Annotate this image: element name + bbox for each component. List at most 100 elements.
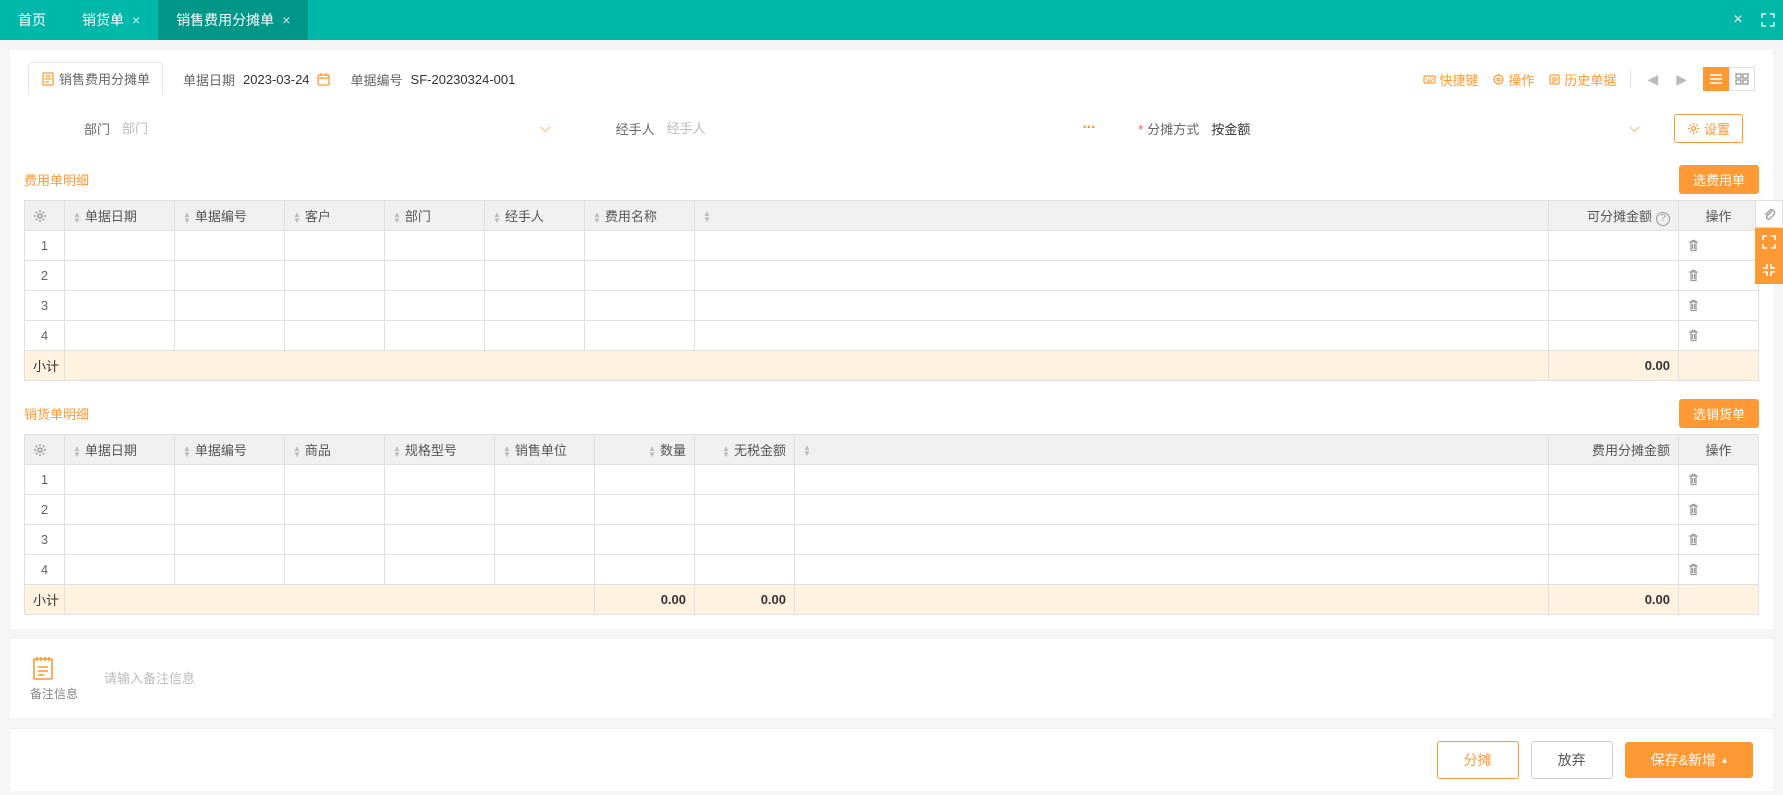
form-row: 部门 ⌵ 经手人 ··· 分摊方式 ⌵ 设置	[10, 106, 1773, 161]
table-row[interactable]: 1	[25, 231, 1759, 261]
view-grid-button[interactable]	[1729, 67, 1755, 91]
col-blank[interactable]: ▲▼	[795, 435, 1549, 465]
calendar-icon[interactable]	[316, 72, 331, 87]
help-icon[interactable]: ?	[1656, 212, 1670, 226]
expand-icon[interactable]	[1755, 228, 1783, 256]
table-row[interactable]: 3	[25, 525, 1759, 555]
col-unit[interactable]: ▲▼销售单位	[495, 435, 595, 465]
gear-header[interactable]	[25, 201, 65, 231]
delete-icon[interactable]	[1687, 299, 1750, 312]
subtotal-qty: 0.00	[595, 585, 695, 615]
footer-bar: 分摊 放弃 保存&新增▴	[10, 728, 1773, 791]
allocate-button[interactable]: 分摊	[1437, 741, 1519, 779]
settings-button[interactable]: 设置	[1674, 114, 1743, 143]
method-select[interactable]	[1207, 117, 1644, 141]
col-alloc-amount[interactable]: 可分摊金额?	[1549, 201, 1679, 231]
handler-input[interactable]	[663, 117, 1100, 141]
document-icon	[41, 72, 55, 86]
col-handler[interactable]: ▲▼经手人	[485, 201, 585, 231]
select-sales-button[interactable]: 选销货单	[1679, 399, 1759, 428]
delete-icon[interactable]	[1687, 563, 1750, 576]
col-blank[interactable]: ▲▼	[695, 201, 1549, 231]
table-row[interactable]: 3	[25, 291, 1759, 321]
tab-sales-order[interactable]: 销货单×	[64, 0, 158, 40]
view-list-button[interactable]	[1703, 67, 1729, 91]
sales-detail-section: 销货单明细 选销货单 ▲▼单据日期 ▲▼单据编号 ▲▼商品 ▲▼规格型号 ▲▼销…	[10, 395, 1773, 629]
gear-header[interactable]	[25, 435, 65, 465]
col-product[interactable]: ▲▼商品	[285, 435, 385, 465]
header-toolbar: 快捷键 操作 历史单据 ◀ ▶	[1423, 67, 1755, 91]
date-label: 单据日期	[183, 70, 235, 89]
remarks-section: 备注信息	[10, 639, 1773, 718]
remarks-input[interactable]	[98, 665, 1753, 692]
fee-section-title: 费用单明细	[24, 170, 89, 189]
delete-icon[interactable]	[1687, 329, 1750, 342]
col-dept[interactable]: ▲▼部门	[385, 201, 485, 231]
subtotal-fee: 0.00	[1549, 585, 1679, 615]
col-date[interactable]: ▲▼单据日期	[65, 435, 175, 465]
date-value[interactable]: 2023-03-24	[243, 72, 310, 87]
history-button[interactable]: 历史单据	[1548, 70, 1616, 89]
col-date[interactable]: ▲▼单据日期	[65, 201, 175, 231]
method-field: 分摊方式 ⌵	[1129, 117, 1644, 141]
operation-button[interactable]: 操作	[1492, 70, 1534, 89]
col-spec[interactable]: ▲▼规格型号	[385, 435, 495, 465]
table-row[interactable]: 4	[25, 555, 1759, 585]
select-fee-button[interactable]: 选费用单	[1679, 165, 1759, 194]
table-row[interactable]: 4	[25, 321, 1759, 351]
close-icon[interactable]: ×	[282, 12, 290, 28]
more-icon[interactable]: ···	[1082, 119, 1095, 137]
discard-button[interactable]: 放弃	[1531, 741, 1613, 779]
col-notax[interactable]: ▲▼无税金额	[695, 435, 795, 465]
number-field: 单据编号 SF-20230324-001	[351, 70, 516, 89]
view-toggle	[1703, 67, 1755, 91]
sales-table: ▲▼单据日期 ▲▼单据编号 ▲▼商品 ▲▼规格型号 ▲▼销售单位 ▲▼数量 ▲▼…	[24, 434, 1759, 615]
subtotal-notax: 0.00	[695, 585, 795, 615]
col-action: 操作	[1679, 435, 1759, 465]
window-controls: ×	[1723, 0, 1783, 40]
col-qty[interactable]: ▲▼数量	[595, 435, 695, 465]
document-title-tab: 销售费用分摊单	[28, 62, 163, 96]
fullscreen-icon[interactable]	[1753, 0, 1783, 40]
caret-up-icon: ▴	[1722, 755, 1727, 766]
fee-table: ▲▼单据日期 ▲▼单据编号 ▲▼客户 ▲▼部门 ▲▼经手人 ▲▼费用名称 ▲▼ …	[24, 200, 1759, 381]
separator	[1630, 70, 1631, 88]
notes-icon	[30, 655, 78, 681]
delete-icon[interactable]	[1687, 473, 1750, 486]
delete-icon[interactable]	[1687, 239, 1750, 252]
dept-field: 部门 ⌵	[40, 117, 555, 141]
subtotal-row: 小计0.00	[25, 351, 1759, 381]
col-customer[interactable]: ▲▼客户	[285, 201, 385, 231]
date-field: 单据日期 2023-03-24	[183, 70, 331, 89]
close-icon[interactable]: ×	[132, 12, 140, 28]
delete-icon[interactable]	[1687, 503, 1750, 516]
shortcut-button[interactable]: 快捷键	[1423, 70, 1478, 89]
delete-icon[interactable]	[1687, 533, 1750, 546]
col-fee-alloc[interactable]: 费用分摊金额	[1549, 435, 1679, 465]
col-number[interactable]: ▲▼单据编号	[175, 201, 285, 231]
document-header: 销售费用分摊单 单据日期 2023-03-24 单据编号 SF-20230324…	[10, 50, 1773, 106]
handler-label: 经手人	[585, 119, 655, 138]
dept-input[interactable]	[118, 117, 555, 141]
page-content: 销售费用分摊单 单据日期 2023-03-24 单据编号 SF-20230324…	[10, 50, 1773, 629]
next-arrow-icon[interactable]: ▶	[1674, 71, 1689, 88]
chevron-down-icon[interactable]: ⌵	[1629, 119, 1640, 136]
col-number[interactable]: ▲▼单据编号	[175, 435, 285, 465]
sales-section-title: 销货单明细	[24, 404, 89, 423]
close-window-icon[interactable]: ×	[1723, 0, 1753, 40]
delete-icon[interactable]	[1687, 269, 1750, 282]
top-tab-bar: 首页 销货单× 销售费用分摊单× ×	[0, 0, 1783, 40]
table-row[interactable]: 2	[25, 495, 1759, 525]
method-label: 分摊方式	[1129, 119, 1199, 138]
attachment-icon[interactable]	[1755, 200, 1783, 228]
chevron-down-icon[interactable]: ⌵	[540, 119, 551, 136]
subtotal-row: 小计0.000.000.00	[25, 585, 1759, 615]
col-fee-name[interactable]: ▲▼费用名称	[585, 201, 695, 231]
tab-home[interactable]: 首页	[0, 0, 64, 40]
prev-arrow-icon[interactable]: ◀	[1645, 71, 1660, 88]
table-row[interactable]: 2	[25, 261, 1759, 291]
tab-sales-fee-allocation[interactable]: 销售费用分摊单×	[158, 0, 308, 40]
table-row[interactable]: 1	[25, 465, 1759, 495]
collapse-icon[interactable]	[1755, 256, 1783, 284]
save-new-button[interactable]: 保存&新增▴	[1625, 742, 1753, 778]
